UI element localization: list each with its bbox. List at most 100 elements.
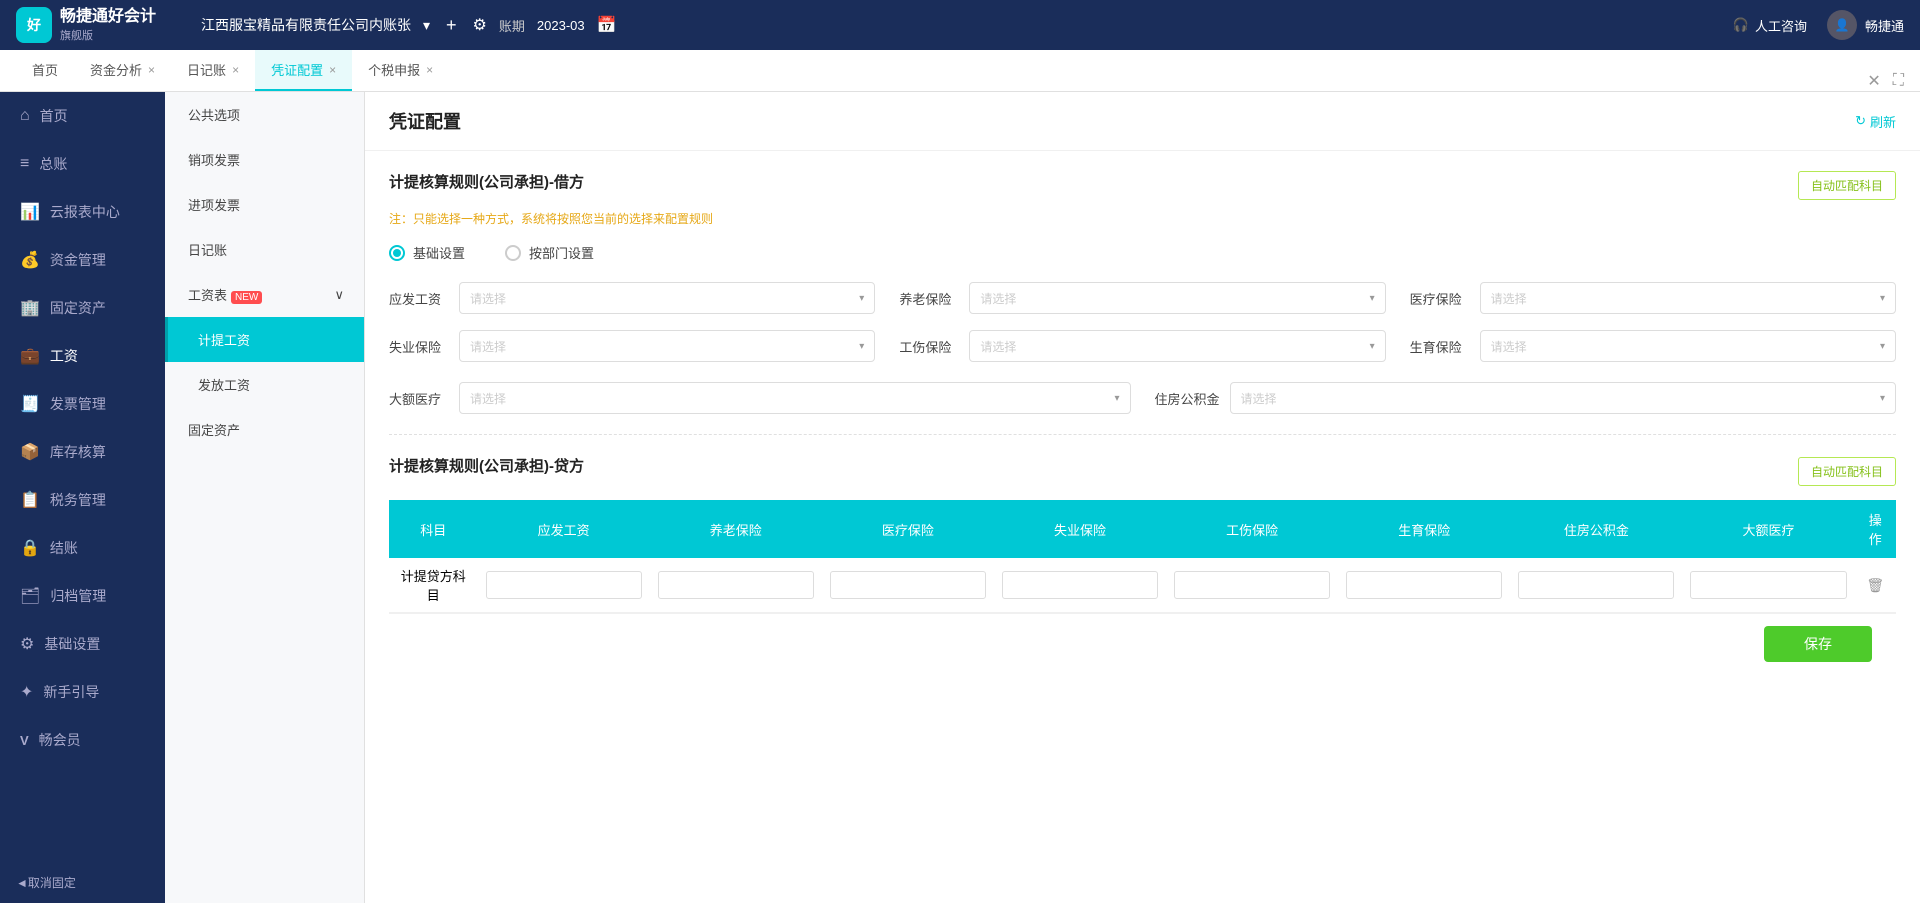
select-shengyu[interactable]: 请选择 ▾ xyxy=(1480,330,1896,362)
tab-journal[interactable]: 日记账 × xyxy=(171,50,255,91)
sidebar-label-vip: 畅会员 xyxy=(39,730,81,750)
cell-daejiliao xyxy=(1682,558,1854,613)
page-header: 凭证配置 ↻ 刷新 xyxy=(365,92,1920,151)
tab-home[interactable]: 首页 xyxy=(16,50,74,91)
invoice-icon: 🧾 xyxy=(20,394,40,414)
sidebar-label-inventory: 库存核算 xyxy=(50,442,106,462)
input-zhufang[interactable] xyxy=(1518,571,1674,599)
field-yingfa: 应发工资 请选择 ▾ xyxy=(389,282,875,314)
sidebar-item-invoice[interactable]: 🧾 发票管理 xyxy=(0,380,165,428)
left-menu-distribute[interactable]: 发放工资 xyxy=(165,362,364,407)
select-shiye[interactable]: 请选择 ▾ xyxy=(459,330,875,362)
sidebar-item-reports[interactable]: 📊 云报表中心 xyxy=(0,188,165,236)
delete-row-button[interactable]: 🗑 xyxy=(1866,577,1884,594)
tab-journal-close[interactable]: × xyxy=(232,63,239,77)
radio-basic[interactable]: 基础设置 xyxy=(389,243,465,262)
left-menu-journal[interactable]: 日记账 xyxy=(165,227,364,272)
select-yingfa[interactable]: 请选择 ▾ xyxy=(459,282,875,314)
radio-dept-label: 按部门设置 xyxy=(529,243,594,262)
sidebar-item-close[interactable]: 🔒 结账 xyxy=(0,524,165,572)
tab-finance-close[interactable]: × xyxy=(148,63,155,77)
logo-area: 好 畅捷通好会计 旗舰版 xyxy=(16,7,181,43)
chevron-down-icon-4: ▾ xyxy=(859,341,864,352)
form-grid-2: 大额医疗 请选择 ▾ 住房公积金 请选择 ▾ xyxy=(389,382,1896,414)
input-gongshang[interactable] xyxy=(1174,571,1330,599)
select-gongshang-placeholder: 请选择 xyxy=(980,338,1016,355)
calendar-icon-button[interactable]: 📅 xyxy=(597,15,617,35)
user-area[interactable]: 👤 畅捷通 xyxy=(1827,10,1904,40)
left-menu-purchase[interactable]: 进项发票 xyxy=(165,182,364,227)
input-shengyu[interactable] xyxy=(1346,571,1502,599)
left-menu-raise[interactable]: 计提工资 xyxy=(165,317,364,362)
sidebar-item-tax[interactable]: 📋 税务管理 xyxy=(0,476,165,524)
select-shiye-placeholder: 请选择 xyxy=(470,338,506,355)
select-yiliao[interactable]: 请选择 ▾ xyxy=(1480,282,1896,314)
input-yingfa[interactable] xyxy=(486,571,642,599)
radio-group: 基础设置 按部门设置 xyxy=(389,243,1896,262)
cancel-fixed-button[interactable]: ◄取消固定 xyxy=(0,862,165,903)
radio-dept[interactable]: 按部门设置 xyxy=(505,243,594,262)
tab-voucher[interactable]: 凭证配置 × xyxy=(255,50,352,91)
left-menu-sales[interactable]: 销项发票 xyxy=(165,137,364,182)
select-daejiliao[interactable]: 请选择 ▾ xyxy=(459,382,1131,414)
sidebar-item-inventory[interactable]: 📦 库存核算 xyxy=(0,428,165,476)
auto-match-button-2[interactable]: 自动匹配科目 xyxy=(1798,457,1896,486)
select-yanglao[interactable]: 请选择 ▾ xyxy=(969,282,1385,314)
sidebar: ⌂ 首页 ≡ 总账 📊 云报表中心 💰 资金管理 🏢 固定资产 💼 工资 🧾 发… xyxy=(0,92,165,903)
left-menu-fixed-assets[interactable]: 固定资产 xyxy=(165,407,364,452)
field-yanglao: 养老保险 请选择 ▾ xyxy=(899,282,1385,314)
auto-match-button-1[interactable]: 自动匹配科目 xyxy=(1798,171,1896,200)
sidebar-label-guide: 新手引导 xyxy=(43,682,99,702)
sidebar-item-guide[interactable]: ✦ 新手引导 xyxy=(0,668,165,716)
input-shiye[interactable] xyxy=(1002,571,1158,599)
th-action: 操作 xyxy=(1855,500,1896,558)
select-zhufanggongjijin-placeholder: 请选择 xyxy=(1241,390,1277,407)
tab-voucher-close[interactable]: × xyxy=(329,63,336,77)
sidebar-item-assets[interactable]: 🏢 固定资产 xyxy=(0,284,165,332)
refresh-icon: ↻ xyxy=(1855,113,1866,129)
tab-tax[interactable]: 个税申报 × xyxy=(352,50,449,91)
cell-yingfa xyxy=(478,558,650,613)
left-menu-public[interactable]: 公共选项 xyxy=(165,92,364,137)
sidebar-item-archive[interactable]: 🗂 归档管理 xyxy=(0,572,165,620)
top-bar-center: 江西服宝精品有限责任公司内账张 ▾ + ⚙ 账期 2023-03 📅 xyxy=(181,15,1733,36)
sidebar-item-vip[interactable]: V 畅会员 xyxy=(0,716,165,764)
vip-icon: V xyxy=(20,733,29,748)
select-zhufanggongjijin[interactable]: 请选择 ▾ xyxy=(1230,382,1896,414)
label-shiye: 失业保险 xyxy=(389,337,449,356)
consult-button[interactable]: 🎧 人工咨询 xyxy=(1733,16,1807,35)
tab-tax-close[interactable]: × xyxy=(426,63,433,77)
input-daejiliao[interactable] xyxy=(1690,571,1846,599)
inventory-icon: 📦 xyxy=(20,442,40,462)
save-button[interactable]: 保存 xyxy=(1764,626,1872,662)
add-button[interactable]: + xyxy=(446,15,457,36)
input-yanglao[interactable] xyxy=(658,571,814,599)
tab-home-label: 首页 xyxy=(32,60,58,79)
company-name: 江西服宝精品有限责任公司内账张 xyxy=(201,15,411,35)
settings-icon-button[interactable]: ⚙ xyxy=(473,15,487,35)
cancel-fixed-label: ◄取消固定 xyxy=(16,874,76,891)
sidebar-item-home[interactable]: ⌂ 首页 xyxy=(0,92,165,140)
sidebar-item-settings[interactable]: ⚙ 基础设置 xyxy=(0,620,165,668)
right-content: 凭证配置 ↻ 刷新 计提核算规则(公司承担)-借方 自动匹配科目 注：只能选择一… xyxy=(365,92,1920,903)
left-panel: 公共选项 销项发票 进项发票 日记账 工资表NEW ∨ 计提工资 发放工资 固定… xyxy=(165,92,365,903)
company-dropdown-button[interactable]: ▾ xyxy=(423,17,430,34)
payroll-label: 工资表NEW xyxy=(188,285,262,304)
sidebar-item-funds[interactable]: 💰 资金管理 xyxy=(0,236,165,284)
refresh-button[interactable]: ↻ 刷新 xyxy=(1855,112,1896,131)
left-menu-payroll[interactable]: 工资表NEW ∨ xyxy=(165,272,364,317)
sidebar-label-assets: 固定资产 xyxy=(50,298,106,318)
sidebar-item-ledger[interactable]: ≡ 总账 xyxy=(0,140,165,188)
field-yiliao: 医疗保险 请选择 ▾ xyxy=(1410,282,1896,314)
data-table: 科目 应发工资 养老保险 医疗保险 失业保险 工伤保险 生育保险 住房公积金 大… xyxy=(389,500,1896,613)
sidebar-item-salary[interactable]: 💼 工资 xyxy=(0,332,165,380)
chevron-down-icon-3: ▾ xyxy=(1880,293,1885,304)
expand-tab-button[interactable]: ⛶ xyxy=(1893,72,1904,90)
input-yiliao[interactable] xyxy=(830,571,986,599)
expand-icon: ∨ xyxy=(334,287,344,303)
tab-finance[interactable]: 资金分析 × xyxy=(74,50,171,91)
select-gongshang[interactable]: 请选择 ▾ xyxy=(969,330,1385,362)
close-tab-button[interactable]: ✕ xyxy=(1867,71,1880,91)
select-yanglao-placeholder: 请选择 xyxy=(980,290,1016,307)
sidebar-label-home: 首页 xyxy=(40,106,68,126)
